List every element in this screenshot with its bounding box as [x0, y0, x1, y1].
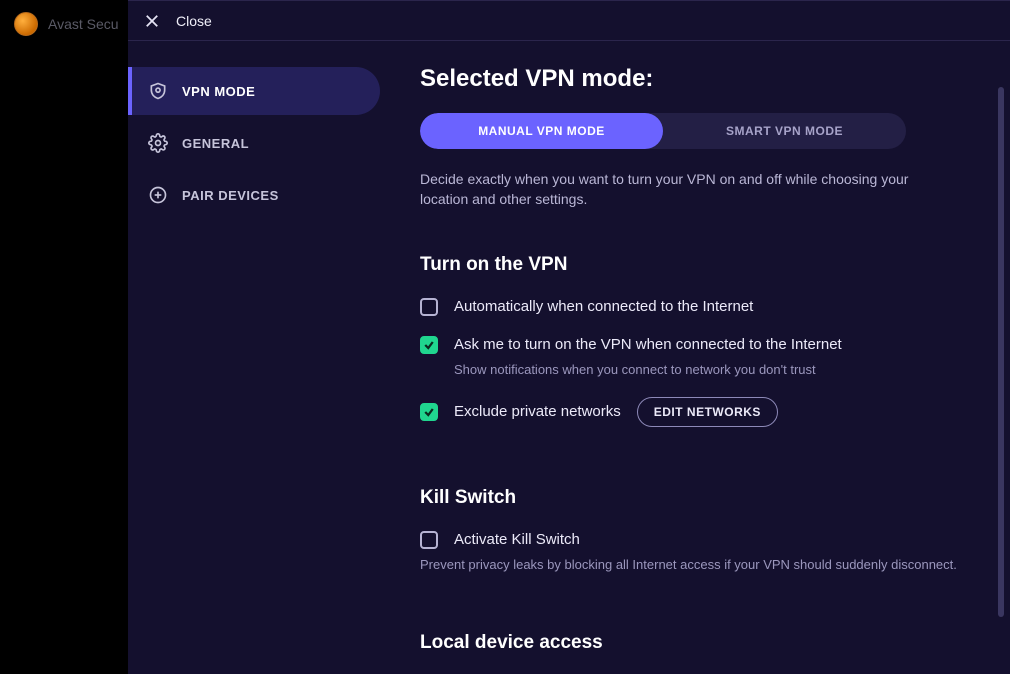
exclude-private-label: Exclude private networks — [454, 403, 621, 420]
sidebar-item-vpn-mode[interactable]: VPN MODE — [128, 67, 380, 115]
kill-switch-heading: Kill Switch — [420, 487, 984, 509]
close-button[interactable]: Close — [176, 13, 212, 29]
edit-networks-button[interactable]: EDIT NETWORKS — [637, 397, 778, 427]
shield-icon — [148, 81, 168, 101]
manual-vpn-mode-button[interactable]: MANUAL VPN MODE — [420, 113, 663, 149]
ask-connect-sublabel: Show notifications when you connect to n… — [454, 362, 984, 377]
ask-connect-label: Ask me to turn on the VPN when connected… — [454, 336, 842, 353]
content-area: Selected VPN mode: MANUAL VPN MODE SMART… — [380, 41, 1010, 674]
kill-switch-sublabel: Prevent privacy leaks by blocking all In… — [420, 557, 984, 572]
bg-titlebar: Avast Secu — [14, 12, 118, 36]
avatar — [14, 12, 38, 36]
auto-connect-label: Automatically when connected to the Inte… — [454, 298, 753, 315]
smart-vpn-mode-button[interactable]: SMART VPN MODE — [663, 113, 906, 149]
auto-connect-checkbox[interactable] — [420, 298, 438, 316]
gear-icon — [148, 133, 168, 153]
close-icon[interactable] — [144, 13, 160, 29]
sidebar-item-label: PAIR DEVICES — [182, 188, 279, 203]
plus-circle-icon — [148, 185, 168, 205]
kill-switch-checkbox[interactable] — [420, 531, 438, 549]
sidebar-item-label: VPN MODE — [182, 84, 255, 99]
sidebar-item-general[interactable]: GENERAL — [128, 119, 380, 167]
vpn-mode-toggle: MANUAL VPN MODE SMART VPN MODE — [420, 113, 906, 149]
overlay-header: Close — [128, 1, 1010, 41]
sidebar: VPN MODE GENERAL — [128, 41, 380, 674]
mode-description: Decide exactly when you want to turn you… — [420, 169, 960, 210]
app-name: Avast Secu — [48, 16, 118, 32]
scrollbar[interactable] — [998, 87, 1004, 617]
kill-switch-label: Activate Kill Switch — [454, 531, 580, 548]
sidebar-item-pair-devices[interactable]: PAIR DEVICES — [128, 171, 380, 219]
ask-connect-checkbox[interactable] — [420, 336, 438, 354]
settings-overlay: Close VPN MODE GE — [128, 0, 1010, 674]
turn-on-heading: Turn on the VPN — [420, 254, 984, 276]
sidebar-item-label: GENERAL — [182, 136, 249, 151]
local-access-heading: Local device access — [420, 632, 984, 654]
exclude-private-checkbox[interactable] — [420, 403, 438, 421]
page-title: Selected VPN mode: — [420, 65, 984, 93]
